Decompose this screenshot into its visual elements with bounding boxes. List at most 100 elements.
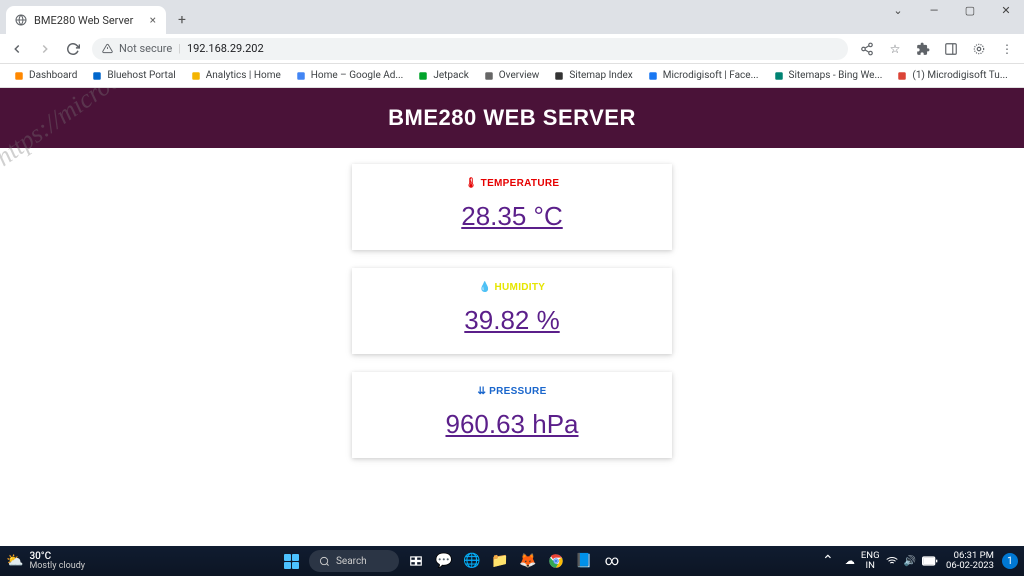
url-box[interactable]: Not secure | 192.168.29.202 bbox=[92, 38, 848, 60]
taskbar-app-icon[interactable]: 📘 bbox=[573, 550, 595, 572]
system-tray[interactable]: ☁ ENG IN 🔊 bbox=[845, 551, 938, 572]
taskbar: ⛅ 30°C Mostly cloudy Search 💬 🌐 📁 🦊 📘 ∞ … bbox=[0, 546, 1024, 576]
pressure-label-row: ⇊ PRESSURE bbox=[364, 386, 660, 397]
humidity-value: 39.82 % bbox=[364, 305, 660, 336]
bookmark-item[interactable]: Sitemaps - Bing We... bbox=[768, 68, 888, 84]
search-placeholder: Search bbox=[336, 556, 367, 567]
bookmark-icon bbox=[295, 70, 307, 82]
weather-icon[interactable]: ⛅ bbox=[6, 553, 23, 569]
new-tab-button[interactable]: + bbox=[170, 8, 194, 32]
taskbar-app-firefox[interactable]: 🦊 bbox=[517, 550, 539, 572]
bookmark-label: Bluehost Portal bbox=[107, 70, 175, 81]
extension-button[interactable] bbox=[970, 40, 988, 58]
page-content: https://microdigisoft.com 17:16:59 BME28… bbox=[0, 88, 1024, 546]
bookmark-icon bbox=[647, 70, 659, 82]
volume-icon[interactable]: 🔊 bbox=[904, 556, 916, 567]
page-header: BME280 WEB SERVER bbox=[0, 88, 1024, 148]
warning-icon bbox=[102, 43, 113, 54]
back-button[interactable] bbox=[8, 40, 26, 58]
droplet-icon: 💧 bbox=[479, 282, 492, 293]
url-text: 192.168.29.202 bbox=[187, 42, 264, 55]
bookmark-icon bbox=[553, 70, 565, 82]
humidity-label: HUMIDITY bbox=[495, 282, 546, 293]
bookmark-label: (1) Microdigisoft Tu... bbox=[912, 70, 1007, 81]
pressure-card: ⇊ PRESSURE 960.63 hPa bbox=[352, 372, 672, 458]
taskbar-app-arduino[interactable]: ∞ bbox=[601, 550, 623, 572]
start-button[interactable] bbox=[281, 550, 303, 572]
bookmark-label: Sitemap Index bbox=[569, 70, 632, 81]
bookmark-icon bbox=[483, 70, 495, 82]
address-bar: Not secure | 192.168.29.202 ☆ ⋮ bbox=[0, 34, 1024, 64]
bookmark-item[interactable]: Analytics | Home bbox=[185, 68, 286, 84]
bookmark-label: Microdigisoft | Face... bbox=[663, 70, 759, 81]
close-window-button[interactable]: ✕ bbox=[994, 4, 1018, 17]
maximize-button[interactable]: ▢ bbox=[958, 4, 982, 17]
browser-tab[interactable]: BME280 Web Server × bbox=[6, 6, 166, 34]
search-icon bbox=[319, 556, 330, 567]
taskbar-app-teams[interactable]: 💬 bbox=[433, 550, 455, 572]
temperature-label: TEMPERATURE bbox=[481, 178, 560, 189]
browser-titlebar: BME280 Web Server × + ⌄ — ▢ ✕ bbox=[0, 0, 1024, 34]
taskbar-app-edge[interactable]: 🌐 bbox=[461, 550, 483, 572]
globe-icon bbox=[14, 13, 28, 27]
windows-icon bbox=[284, 554, 299, 569]
pressure-value: 960.63 hPa bbox=[364, 409, 660, 440]
pressure-icon: ⇊ bbox=[477, 386, 486, 397]
wifi-icon[interactable] bbox=[886, 555, 898, 567]
tab-title: BME280 Web Server bbox=[34, 14, 144, 27]
forward-button[interactable] bbox=[36, 40, 54, 58]
bookmark-item[interactable]: Bluehost Portal bbox=[86, 68, 180, 84]
thermometer-icon: 🌡 bbox=[465, 178, 478, 189]
bookmark-item[interactable]: Home – Google Ad... bbox=[290, 68, 409, 84]
pressure-label: PRESSURE bbox=[489, 386, 546, 397]
humidity-card: 💧 HUMIDITY 39.82 % bbox=[352, 268, 672, 354]
taskbar-app-explorer[interactable]: 📁 bbox=[489, 550, 511, 572]
bookmark-icon bbox=[91, 70, 103, 82]
bookmark-icon bbox=[417, 70, 429, 82]
dropdown-icon[interactable]: ⌄ bbox=[886, 4, 910, 17]
bookmark-item[interactable]: Overview bbox=[478, 68, 545, 84]
weather-temp: 30°C bbox=[29, 552, 85, 562]
temperature-card: 🌡 TEMPERATURE 28.35 °C bbox=[352, 164, 672, 250]
battery-icon[interactable] bbox=[922, 556, 938, 566]
temperature-label-row: 🌡 TEMPERATURE bbox=[364, 178, 660, 189]
taskbar-app-chrome[interactable] bbox=[545, 550, 567, 572]
bookmark-icon bbox=[896, 70, 908, 82]
bookmark-item[interactable]: Microdigisoft | Face... bbox=[642, 68, 764, 84]
notifications-button[interactable]: 1 bbox=[1002, 553, 1018, 569]
bookmark-icon bbox=[190, 70, 202, 82]
star-icon[interactable]: ☆ bbox=[886, 40, 904, 58]
close-icon[interactable]: × bbox=[150, 13, 156, 27]
bookmark-item[interactable]: Jetpack bbox=[412, 68, 473, 84]
onedrive-icon[interactable]: ☁ bbox=[845, 556, 855, 567]
minimize-button[interactable]: — bbox=[922, 4, 946, 17]
tray-chevron-icon[interactable]: ⌃ bbox=[819, 552, 837, 570]
bookmark-label: Dashboard bbox=[29, 70, 77, 81]
bookmark-icon bbox=[13, 70, 25, 82]
weather-widget[interactable]: 30°C Mostly cloudy bbox=[29, 552, 85, 571]
language-indicator[interactable]: ENG IN bbox=[861, 551, 880, 572]
bookmark-item[interactable]: (1) Microdigisoft Tu... bbox=[891, 68, 1012, 84]
bookmark-icon bbox=[773, 70, 785, 82]
taskbar-search[interactable]: Search bbox=[309, 550, 399, 572]
temperature-value: 28.35 °C bbox=[364, 201, 660, 232]
bookmark-label: Analytics | Home bbox=[206, 70, 281, 81]
extensions-icon[interactable] bbox=[914, 40, 932, 58]
page-title: BME280 WEB SERVER bbox=[388, 105, 636, 131]
bookmark-item[interactable]: Scan results for mic... bbox=[1017, 68, 1024, 84]
clock[interactable]: 06:31 PM 06-02-2023 bbox=[946, 551, 994, 572]
bookmark-item[interactable]: Dashboard bbox=[8, 68, 82, 84]
bookmark-label: Home – Google Ad... bbox=[311, 70, 404, 81]
humidity-label-row: 💧 HUMIDITY bbox=[364, 282, 660, 293]
window-controls: ⌄ — ▢ ✕ bbox=[886, 4, 1018, 17]
menu-icon[interactable]: ⋮ bbox=[998, 40, 1016, 58]
reload-button[interactable] bbox=[64, 40, 82, 58]
not-secure-label: Not secure bbox=[119, 42, 172, 55]
task-view-icon[interactable] bbox=[405, 550, 427, 572]
side-panel-icon[interactable] bbox=[942, 40, 960, 58]
bookmark-label: Sitemaps - Bing We... bbox=[789, 70, 883, 81]
share-icon[interactable] bbox=[858, 40, 876, 58]
bookmark-label: Jetpack bbox=[433, 70, 468, 81]
weather-condition: Mostly cloudy bbox=[29, 562, 85, 571]
bookmark-item[interactable]: Sitemap Index bbox=[548, 68, 637, 84]
